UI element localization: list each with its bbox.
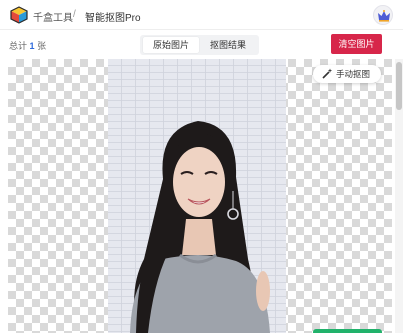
breadcrumb-current: 智能抠图Pro	[85, 13, 141, 24]
count-prefix: 总计	[9, 41, 28, 51]
clear-images-button[interactable]: 清空图片	[331, 34, 382, 54]
tab-original-image[interactable]: 原始图片	[143, 37, 199, 53]
manual-cutout-button[interactable]: 手动抠图	[313, 65, 381, 83]
image-count: 总计 1 张	[9, 39, 46, 52]
portrait-photo	[108, 59, 286, 333]
magic-wand-icon	[322, 68, 333, 79]
cube-logo-icon[interactable]	[10, 6, 28, 24]
tab-cutout-result[interactable]: 抠图结果	[200, 37, 256, 53]
vip-crown-button[interactable]	[373, 5, 393, 25]
count-value: 1	[29, 41, 35, 51]
view-tabs: 原始图片 抠图结果	[140, 35, 259, 55]
vertical-scrollbar[interactable]	[395, 59, 403, 333]
top-bar: 千盒工具 / 智能抠图Pro	[0, 0, 403, 30]
breadcrumb-home[interactable]: 千盒工具	[33, 9, 73, 24]
crown-icon	[378, 10, 390, 22]
image-canvas: 手动抠图	[8, 59, 392, 333]
manual-cutout-label: 手动抠图	[336, 69, 371, 79]
count-suffix: 张	[37, 41, 47, 51]
action-toolbar: 总计 1 张 原始图片 抠图结果 清空图片	[0, 30, 403, 59]
scrollbar-thumb[interactable]	[396, 62, 402, 110]
breadcrumb-separator: /	[73, 9, 76, 20]
confirm-button-partial[interactable]	[313, 329, 382, 333]
